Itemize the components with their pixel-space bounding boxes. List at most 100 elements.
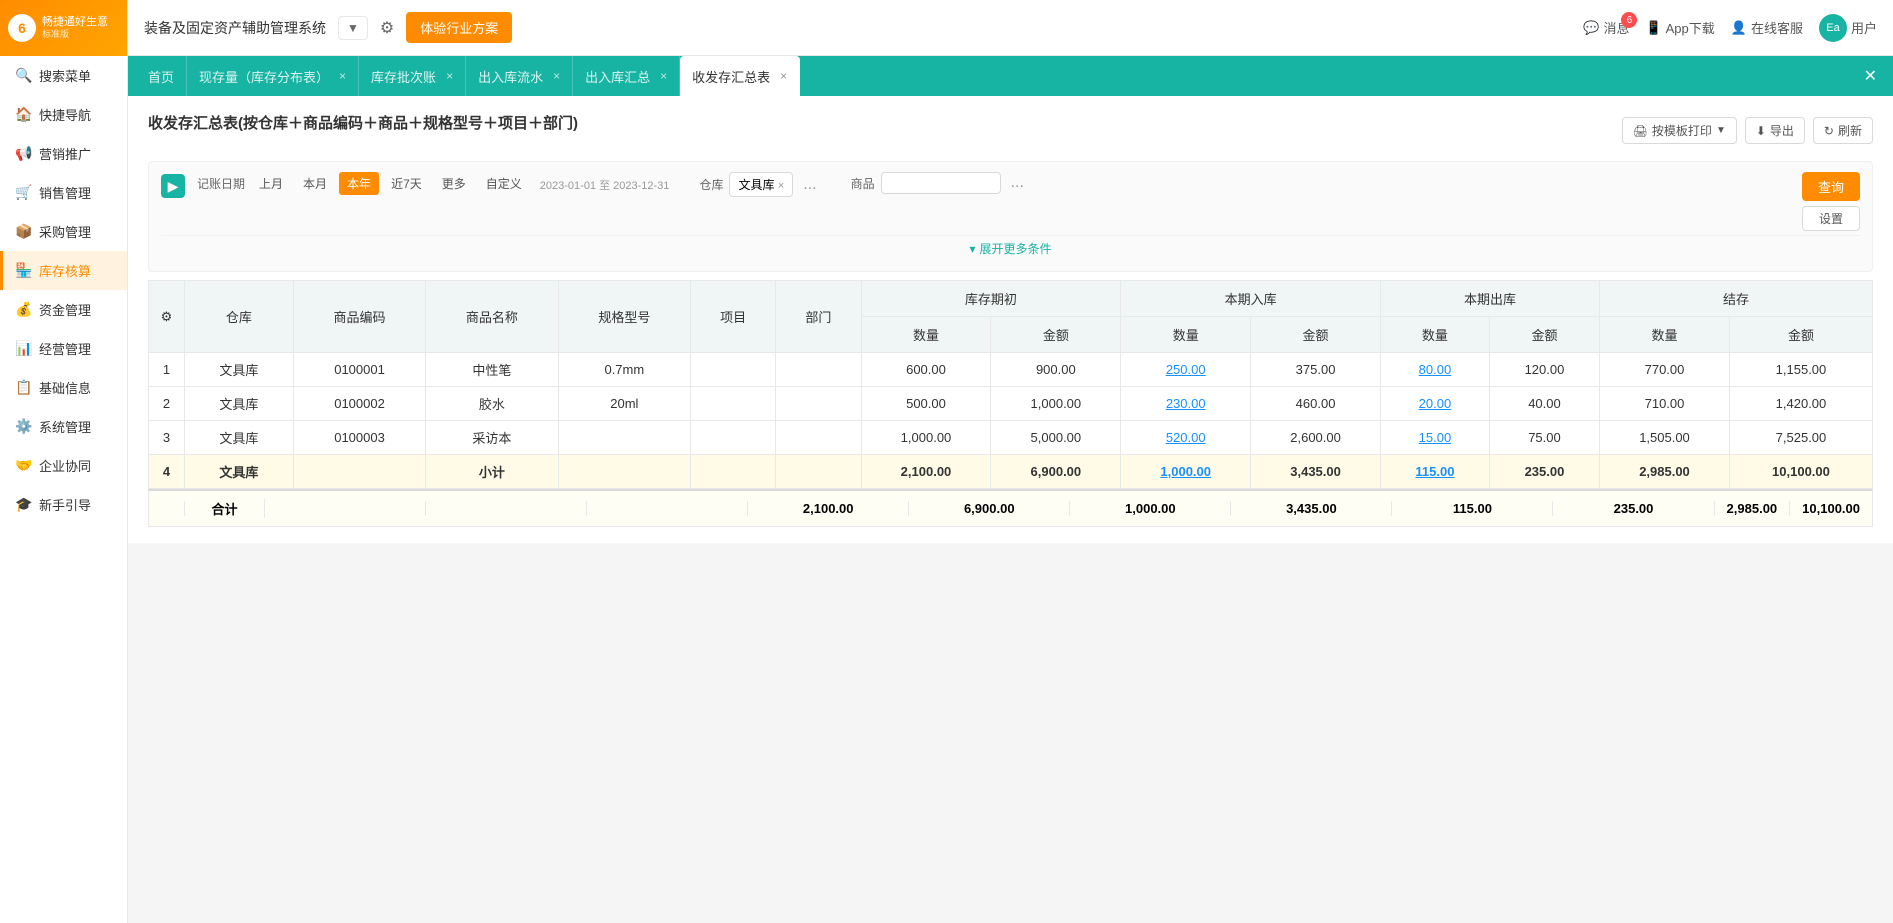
tab-recv-send-close[interactable]: × — [780, 69, 787, 83]
cell-open-qty: 1,000.00 — [861, 421, 991, 455]
user-avatar: Ea — [1819, 14, 1847, 42]
settings-gear[interactable]: ⚙ — [380, 18, 394, 38]
cell-out-qty[interactable]: 15.00 — [1380, 421, 1489, 455]
tab-home[interactable]: 首页 — [136, 56, 187, 96]
sidebar-item-purchase[interactable]: 📦 采购管理 — [0, 212, 127, 251]
refresh-icon: ↻ — [1824, 124, 1834, 138]
refresh-btn[interactable]: ↻ 刷新 — [1813, 117, 1873, 144]
th-dept: 部门 — [776, 281, 861, 353]
cell-out-qty[interactable]: 20.00 — [1380, 387, 1489, 421]
out-qty-link[interactable]: 80.00 — [1419, 362, 1452, 377]
app-download-item[interactable]: 📱 App下载 — [1645, 18, 1714, 37]
sidebar-item-enterprise[interactable]: 🤝 企业协同 — [0, 446, 127, 485]
message-item[interactable]: 💬 消息 6 — [1583, 18, 1629, 37]
dropdown-arrow-icon: ▼ — [347, 21, 359, 35]
subtotal-no: 4 — [149, 455, 185, 489]
footer-spacer1 — [265, 501, 426, 516]
warehouse-tag-close[interactable]: × — [778, 180, 784, 192]
expand-more-btn[interactable]: ▾ 展开更多条件 — [161, 235, 1860, 261]
date-btn-7days[interactable]: 近7天 — [383, 172, 430, 195]
sidebar-item-system[interactable]: ⚙️ 系统管理 — [0, 407, 127, 446]
purchase-icon: 📦 — [15, 223, 33, 240]
in-qty-link[interactable]: 230.00 — [1166, 396, 1206, 411]
cell-spec — [558, 421, 690, 455]
warehouse-select[interactable]: 文具库 × — [729, 172, 793, 197]
export-btn-label: 导出 — [1770, 122, 1794, 139]
online-service-item[interactable]: 👤 在线客服 — [1731, 18, 1803, 37]
date-btn-this-month[interactable]: 本月 — [295, 172, 335, 195]
system-dropdown[interactable]: ▼ — [338, 16, 368, 40]
filter-toggle-btn[interactable]: ▶ — [161, 174, 185, 198]
subtotal-out-qty-link[interactable]: 115.00 — [1415, 464, 1454, 479]
goods-select[interactable] — [881, 172, 1001, 194]
footer-open-qty: 2,100.00 — [748, 501, 909, 516]
cell-dept — [776, 353, 861, 387]
sidebar-item-guide[interactable]: 🎓 新手引导 — [0, 485, 127, 524]
tab-inventory-dist[interactable]: 现存量（库存分布表） × — [187, 56, 359, 96]
subtotal-in-qty-link[interactable]: 1,000.00 — [1160, 464, 1211, 479]
cell-dept — [776, 387, 861, 421]
sidebar-item-marketing-label: 营销推广 — [39, 144, 91, 163]
export-btn[interactable]: ⬇ 导出 — [1745, 117, 1805, 144]
cell-dept — [776, 421, 861, 455]
date-btn-more[interactable]: 更多 — [434, 172, 474, 195]
out-qty-link[interactable]: 15.00 — [1419, 430, 1452, 445]
guide-icon: 🎓 — [15, 496, 33, 513]
goods-more-btn[interactable]: ... — [1007, 174, 1028, 192]
sidebar-item-finance[interactable]: 💰 资金管理 — [0, 290, 127, 329]
filter-settings-button[interactable]: 设置 — [1802, 206, 1860, 231]
tab-batch-close[interactable]: × — [446, 69, 453, 83]
date-btn-last-month[interactable]: 上月 — [251, 172, 291, 195]
th-bal-amt: 金额 — [1729, 317, 1872, 353]
experience-button[interactable]: 体验行业方案 — [406, 12, 512, 43]
in-qty-link[interactable]: 250.00 — [1166, 362, 1206, 377]
tab-flow-close[interactable]: × — [553, 69, 560, 83]
cell-bal-amt: 7,525.00 — [1729, 421, 1872, 455]
print-btn[interactable]: 🖨 按模板打印 ▼ — [1622, 117, 1737, 144]
tab-flow[interactable]: 出入库流水 × — [466, 56, 573, 96]
out-qty-link[interactable]: 20.00 — [1419, 396, 1452, 411]
sidebar-item-sales[interactable]: 🛒 销售管理 — [0, 173, 127, 212]
cell-in-qty[interactable]: 230.00 — [1121, 387, 1251, 421]
cell-open-amt: 1,000.00 — [991, 387, 1121, 421]
query-button[interactable]: 查询 — [1802, 172, 1860, 201]
date-filter-group: 记账日期 上月 本月 本年 近7天 更多 自定义 2023-01-01 至 20… — [197, 172, 669, 195]
message-badge: 6 — [1621, 12, 1637, 28]
warehouse-more-btn[interactable]: ... — [799, 176, 820, 194]
sidebar-item-quick[interactable]: 🏠 快捷导航 — [0, 95, 127, 134]
header-left: 装备及固定资产辅助管理系统 ▼ ⚙ 体验行业方案 — [144, 12, 512, 43]
tab-summary[interactable]: 出入库汇总 × — [573, 56, 680, 96]
tab-recv-send[interactable]: 收发存汇总表 × — [680, 56, 800, 96]
sidebar-item-basic[interactable]: 📋 基础信息 — [0, 368, 127, 407]
sidebar-item-operation[interactable]: 📊 经营管理 — [0, 329, 127, 368]
date-filter-label: 记账日期 — [197, 175, 245, 192]
cell-bal-amt: 1,420.00 — [1729, 387, 1872, 421]
table-row: 3 文具库 0100003 采访本 1,000.00 5,000.00 520.… — [149, 421, 1873, 455]
sidebar-item-marketing[interactable]: 📢 营销推广 — [0, 134, 127, 173]
cell-open-amt: 5,000.00 — [991, 421, 1121, 455]
cell-bal-qty: 770.00 — [1600, 353, 1730, 387]
message-icon: 💬 — [1583, 20, 1599, 36]
tab-summary-close[interactable]: × — [660, 69, 667, 83]
th-settings[interactable]: ⚙ — [149, 281, 185, 353]
th-goods-spec: 规格型号 — [558, 281, 690, 353]
sidebar-item-inventory[interactable]: 🏪 库存核算 — [0, 251, 127, 290]
subtotal-code — [293, 455, 425, 489]
cell-in-qty[interactable]: 250.00 — [1121, 353, 1251, 387]
sidebar-item-guide-label: 新手引导 — [39, 495, 91, 514]
tab-batch[interactable]: 库存批次账 × — [359, 56, 466, 96]
in-qty-link[interactable]: 520.00 — [1166, 430, 1206, 445]
date-btn-custom[interactable]: 自定义 — [478, 172, 530, 195]
subtotal-open-qty: 2,100.00 — [861, 455, 991, 489]
date-range-text: 2023-01-01 至 2023-12-31 — [540, 177, 670, 193]
th-out-qty: 数量 — [1380, 317, 1489, 353]
cell-in-qty[interactable]: 520.00 — [1121, 421, 1251, 455]
date-btn-this-year[interactable]: 本年 — [339, 172, 379, 195]
sidebar-item-search[interactable]: 🔍 搜索菜单 — [0, 56, 127, 95]
th-goods-code: 商品编码 — [293, 281, 425, 353]
user-item[interactable]: Ea 用户 — [1819, 14, 1877, 42]
tab-inventory-dist-close[interactable]: × — [339, 69, 346, 83]
cell-out-qty[interactable]: 80.00 — [1380, 353, 1489, 387]
tab-batch-label: 库存批次账 — [371, 67, 436, 86]
tab-bar-close[interactable]: ✕ — [1856, 66, 1885, 86]
